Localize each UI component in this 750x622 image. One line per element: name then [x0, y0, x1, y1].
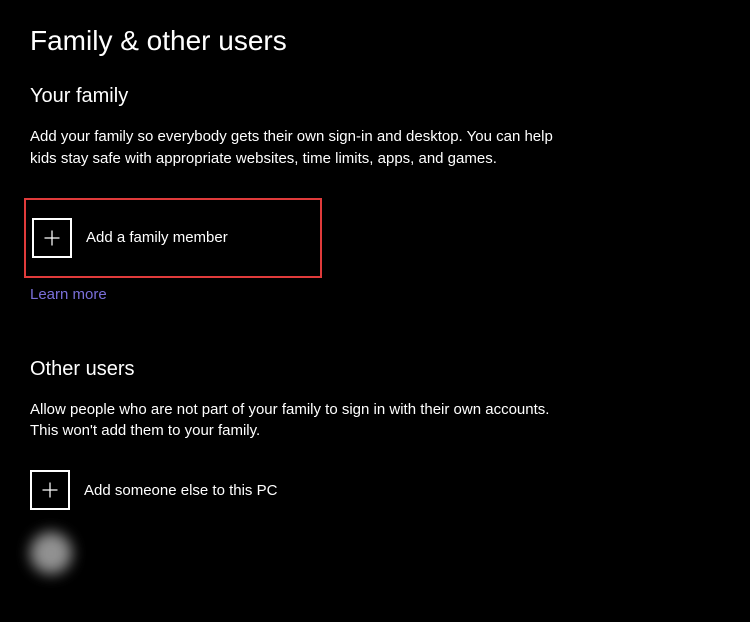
other-users-description: Allow people who are not part of your fa…: [30, 399, 570, 443]
avatar: [30, 532, 72, 574]
add-family-highlight: Add a family member: [24, 198, 322, 278]
add-family-member-button[interactable]: Add a family member: [32, 218, 310, 258]
your-family-description: Add your family so everybody gets their …: [30, 126, 570, 170]
learn-more-link[interactable]: Learn more: [30, 286, 107, 303]
user-list-item[interactable]: [30, 532, 720, 574]
your-family-title: Your family: [30, 85, 720, 108]
page-title: Family & other users: [30, 25, 720, 57]
add-other-user-label: Add someone else to this PC: [84, 482, 277, 499]
add-other-user-button[interactable]: Add someone else to this PC: [30, 470, 720, 510]
other-users-title: Other users: [30, 358, 720, 381]
plus-icon: [30, 470, 70, 510]
plus-icon: [32, 218, 72, 258]
add-family-member-label: Add a family member: [86, 229, 228, 246]
